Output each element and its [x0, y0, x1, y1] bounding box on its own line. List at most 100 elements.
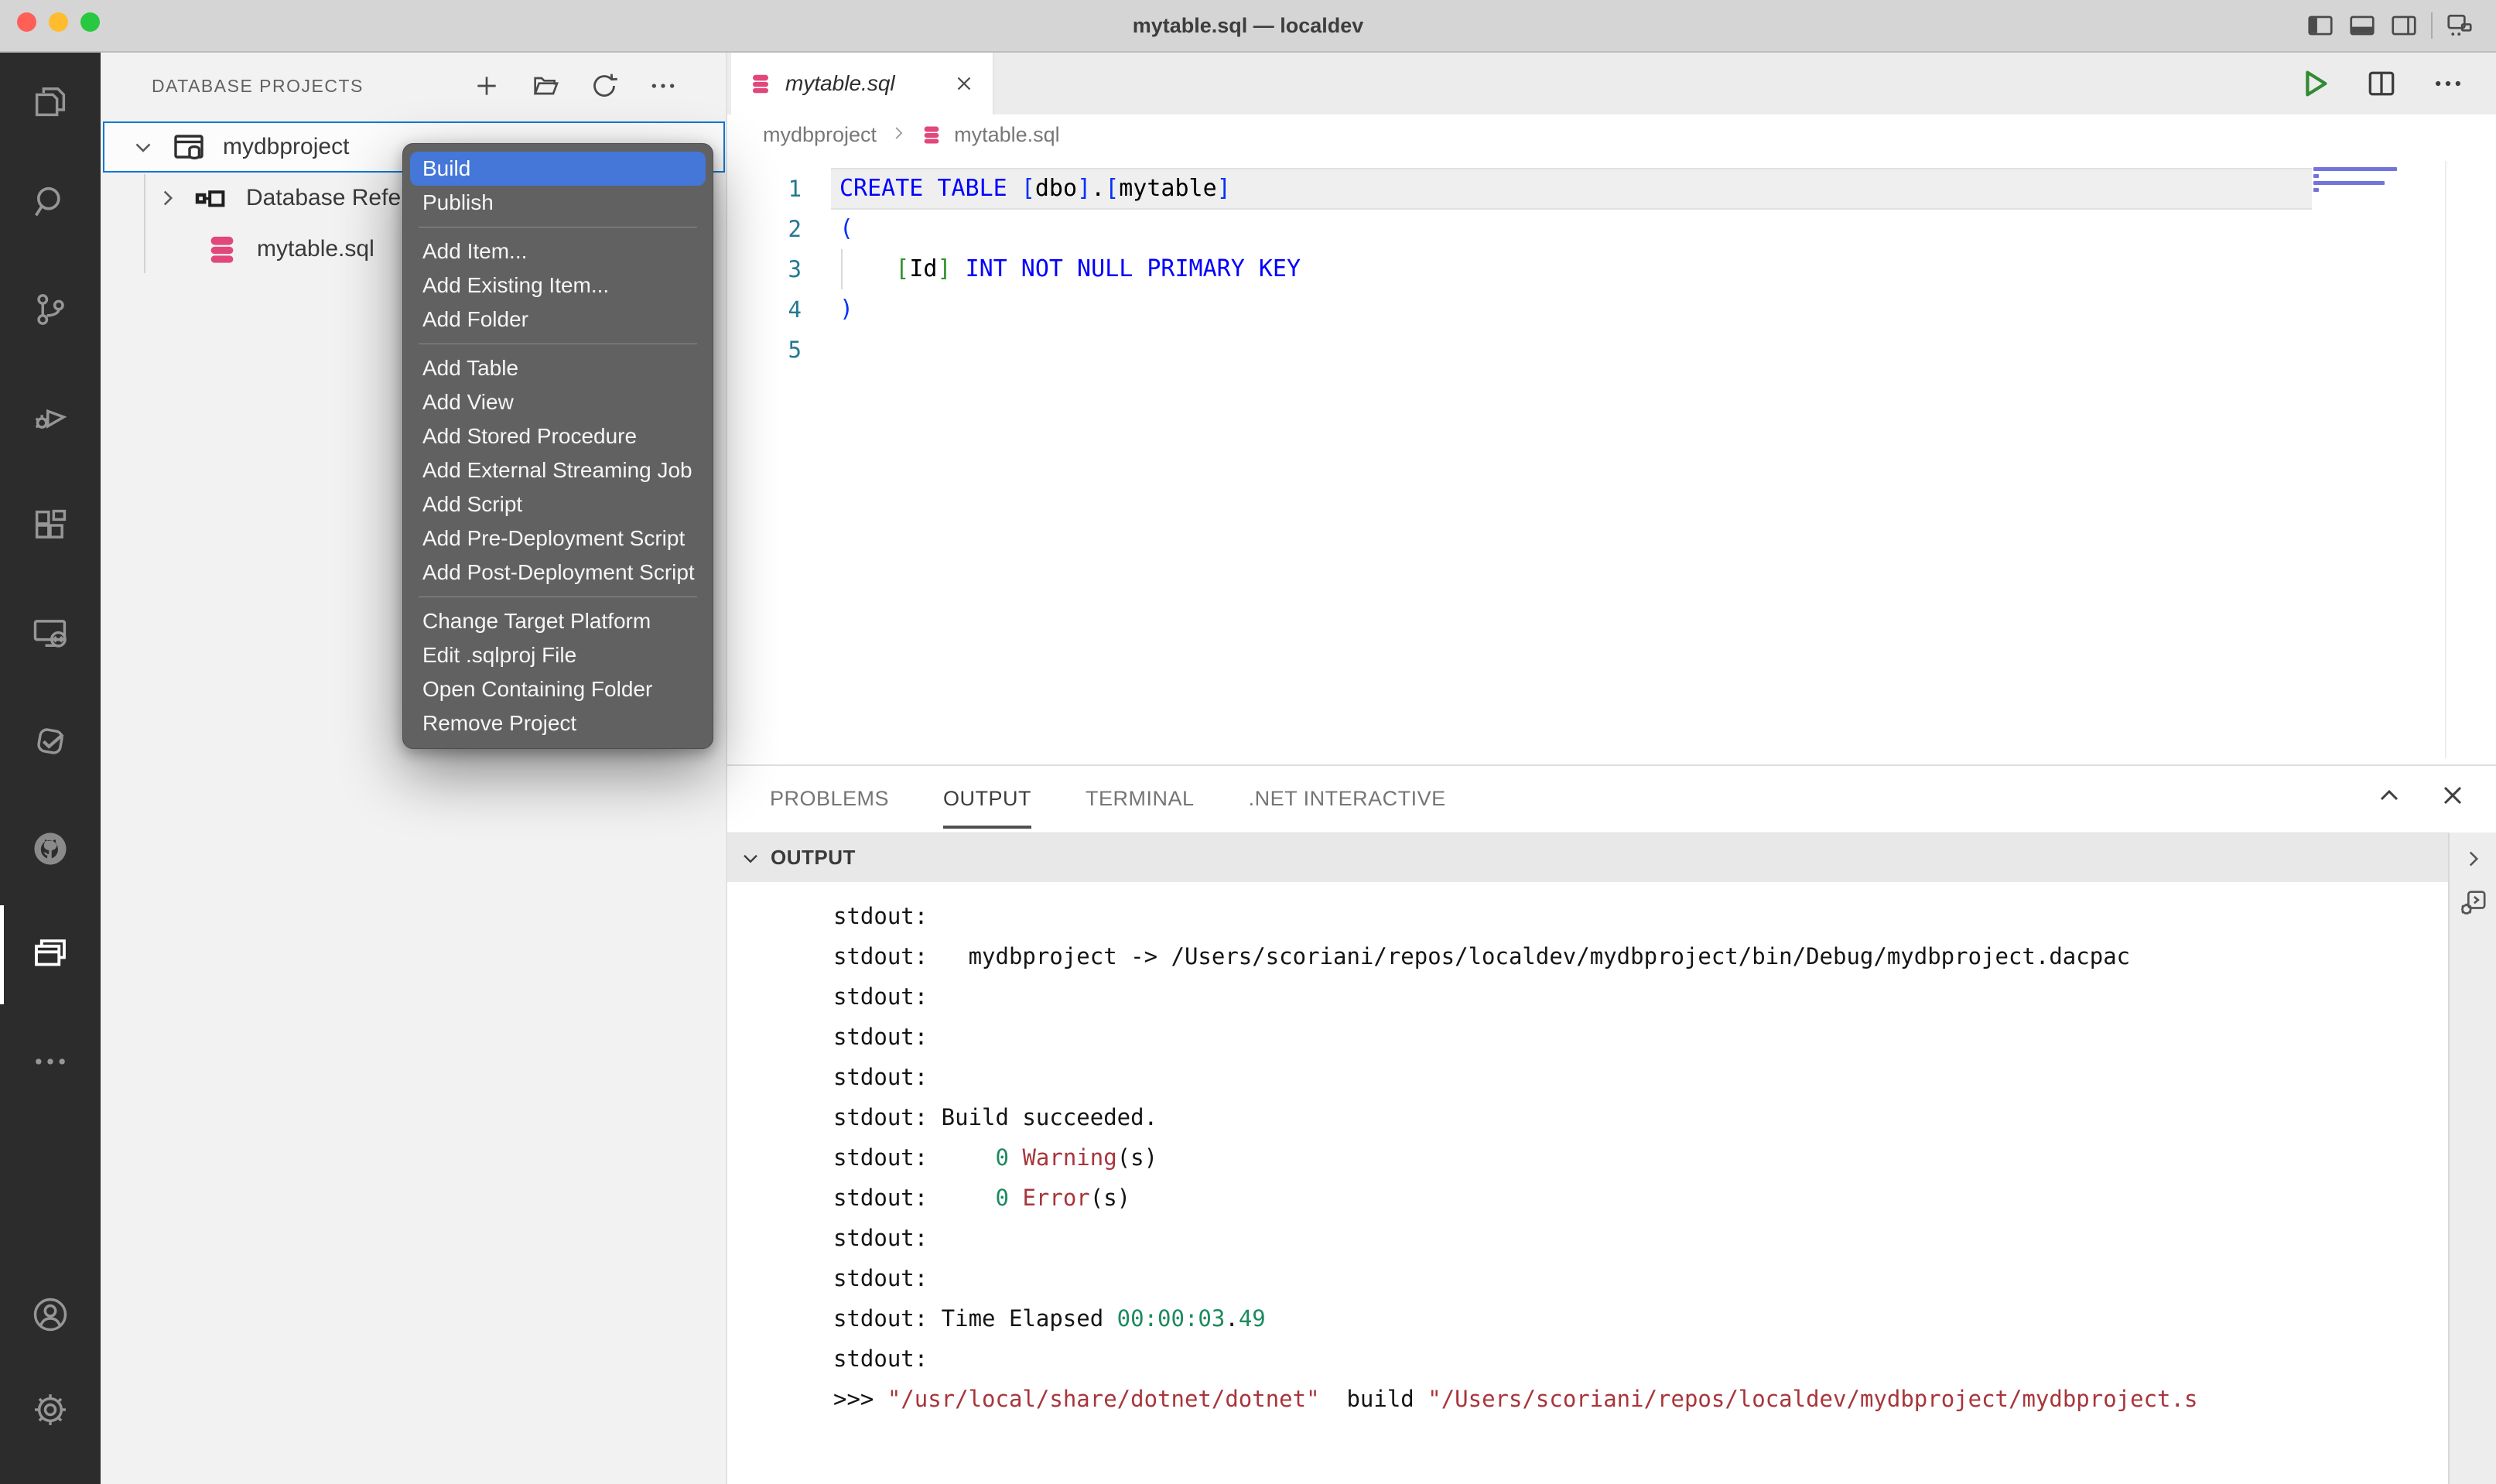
open-folder-button[interactable]	[528, 68, 563, 104]
customize-layout-icon[interactable]	[2445, 11, 2474, 40]
chevron-down-icon[interactable]	[130, 134, 156, 160]
output-line: >>> "/usr/local/share/dotnet/dotnet" bui…	[833, 1386, 2198, 1412]
code-text: (	[839, 215, 854, 242]
output-line: stdout:	[833, 983, 928, 1010]
references-icon	[192, 180, 229, 217]
menu-item-add-folder[interactable]: Add Folder	[410, 303, 706, 337]
database-project-icon	[170, 129, 207, 166]
breadcrumb: mydbproject mytable.sql	[727, 115, 2496, 155]
minimap-divider	[2445, 161, 2446, 758]
panel-tab-problems[interactable]: PROBLEMS	[770, 766, 889, 829]
toggle-panel-icon[interactable]	[2347, 11, 2377, 40]
more-actions-button[interactable]	[645, 68, 681, 104]
remote-explorer-icon[interactable]	[0, 590, 101, 675]
menu-item-add-item[interactable]: Add Item...	[410, 234, 706, 268]
menu-item-edit-sqlproj-file[interactable]: Edit .sqlproj File	[410, 638, 706, 672]
menu-item-change-target-platform[interactable]: Change Target Platform	[410, 604, 706, 638]
menu-item-add-pre-deployment-script[interactable]: Add Pre-Deployment Script	[410, 521, 706, 556]
tree-indent-guide	[144, 174, 145, 273]
source-control-icon[interactable]	[0, 267, 101, 352]
sidebar-title: DATABASE PROJECTS	[152, 76, 364, 96]
code-line: 1 CREATE TABLE [dbo].[mytable]	[727, 169, 2496, 209]
menu-item-add-existing-item[interactable]: Add Existing Item...	[410, 268, 706, 303]
menu-item-publish[interactable]: Publish	[410, 186, 706, 220]
azure-icon[interactable]	[0, 699, 101, 784]
panel-tab-bar: PROBLEMS OUTPUT TERMINAL .NET INTERACTIVE	[727, 766, 1446, 831]
menu-item-open-containing-folder[interactable]: Open Containing Folder	[410, 672, 706, 706]
sql-database-file-icon	[748, 71, 773, 96]
sql-database-file-icon	[920, 123, 943, 146]
code-editor[interactable]: 1 CREATE TABLE [dbo].[mytable] 2(3 [Id] IN…	[727, 155, 2496, 764]
menu-item-add-post-deployment-script[interactable]: Add Post-Deployment Script	[410, 556, 706, 590]
refresh-button[interactable]	[586, 68, 622, 104]
minimize-window-button[interactable]	[49, 12, 68, 32]
code-line: 3 [Id] INT NOT NULL PRIMARY KEY	[727, 249, 2496, 289]
menu-item-add-view[interactable]: Add View	[410, 385, 706, 419]
explorer-icon[interactable]	[0, 59, 101, 144]
tab-label: mytable.sql	[785, 71, 895, 95]
code-line: 2(	[727, 209, 2496, 249]
close-window-button[interactable]	[17, 12, 36, 32]
toggle-secondary-sidebar-icon[interactable]	[2389, 11, 2419, 40]
maximize-panel-icon[interactable]	[2374, 780, 2405, 811]
menu-item-build[interactable]: Build	[410, 152, 706, 186]
code-text: )	[839, 296, 854, 323]
output-log[interactable]: stdout: stdout: mydbproject -> /Users/sco…	[727, 882, 2448, 1484]
tab-mytable-sql[interactable]: mytable.sql	[731, 53, 994, 115]
panel-tab-net-interactive[interactable]: .NET INTERACTIVE	[1249, 766, 1446, 829]
output-section-title: OUTPUT	[771, 846, 856, 869]
indent-guide	[841, 249, 843, 289]
github-icon[interactable]	[0, 806, 101, 891]
close-panel-icon[interactable]	[2437, 780, 2468, 811]
menu-item-add-table[interactable]: Add Table	[410, 351, 706, 385]
more-views-icon[interactable]	[0, 1019, 101, 1104]
editor-tab-bar: mytable.sql	[727, 53, 2496, 115]
search-icon[interactable]	[0, 159, 101, 244]
panel-tab-terminal[interactable]: TERMINAL	[1086, 766, 1195, 829]
database-projects-icon[interactable]	[0, 911, 101, 997]
breadcrumb-file[interactable]: mytable.sql	[954, 123, 1060, 147]
settings-gear-icon[interactable]	[0, 1367, 101, 1452]
code-text: CREATE TABLE [dbo].[mytable]	[839, 175, 1231, 202]
chevron-down-icon	[738, 846, 763, 870]
code-lines: 1 CREATE TABLE [dbo].[mytable] 2(3 [Id] IN…	[727, 169, 2496, 370]
panel-tab-output[interactable]: OUTPUT	[943, 766, 1032, 829]
split-editor-button[interactable]	[2364, 67, 2399, 101]
output-line: stdout:	[833, 1024, 928, 1050]
run-query-button[interactable]	[2296, 66, 2332, 101]
code-text: [Id] INT NOT NULL PRIMARY KEY	[895, 255, 1301, 282]
title-bar: mytable.sql — localdev	[0, 0, 2496, 53]
run-and-debug-icon[interactable]	[0, 374, 101, 460]
output-line: stdout:	[833, 903, 928, 929]
add-project-button[interactable]	[469, 68, 504, 104]
line-number: 2	[788, 216, 802, 242]
active-view-indicator	[0, 905, 4, 1004]
bottom-panel: PROBLEMS OUTPUT TERMINAL .NET INTERACTIVE O…	[727, 764, 2496, 1484]
minimap[interactable]	[2313, 167, 2414, 195]
menu-item-remove-project[interactable]: Remove Project	[410, 706, 706, 740]
code-line: 4)	[727, 289, 2496, 330]
line-number: 5	[788, 337, 802, 363]
output-line: stdout:	[833, 1064, 928, 1090]
debug-console-icon[interactable]	[2450, 880, 2496, 924]
menu-item-add-stored-procedure[interactable]: Add Stored Procedure	[410, 419, 706, 453]
chevron-right-icon[interactable]	[155, 185, 181, 211]
output-section-header[interactable]: OUTPUT	[727, 833, 2448, 882]
zoom-window-button[interactable]	[80, 12, 100, 32]
activity-bar	[0, 53, 101, 1484]
output-line: stdout:	[833, 1225, 928, 1251]
menu-item-add-external-streaming-job[interactable]: Add External Streaming Job	[410, 453, 706, 487]
output-line: stdout: Build succeeded.	[833, 1104, 1158, 1130]
breadcrumb-project[interactable]: mydbproject	[763, 123, 877, 147]
menu-item-add-script[interactable]: Add Script	[410, 487, 706, 521]
output-line: stdout: 0 Warning(s)	[833, 1144, 1158, 1171]
expand-output-icon[interactable]	[2450, 837, 2496, 880]
window-title: mytable.sql — localdev	[1132, 14, 1364, 37]
extensions-icon[interactable]	[0, 483, 101, 568]
account-icon[interactable]	[0, 1272, 101, 1357]
line-number: 1	[788, 176, 802, 202]
close-tab-icon[interactable]	[952, 72, 976, 95]
toggle-primary-sidebar-icon[interactable]	[2306, 11, 2335, 40]
more-actions-button[interactable]	[2431, 67, 2465, 101]
